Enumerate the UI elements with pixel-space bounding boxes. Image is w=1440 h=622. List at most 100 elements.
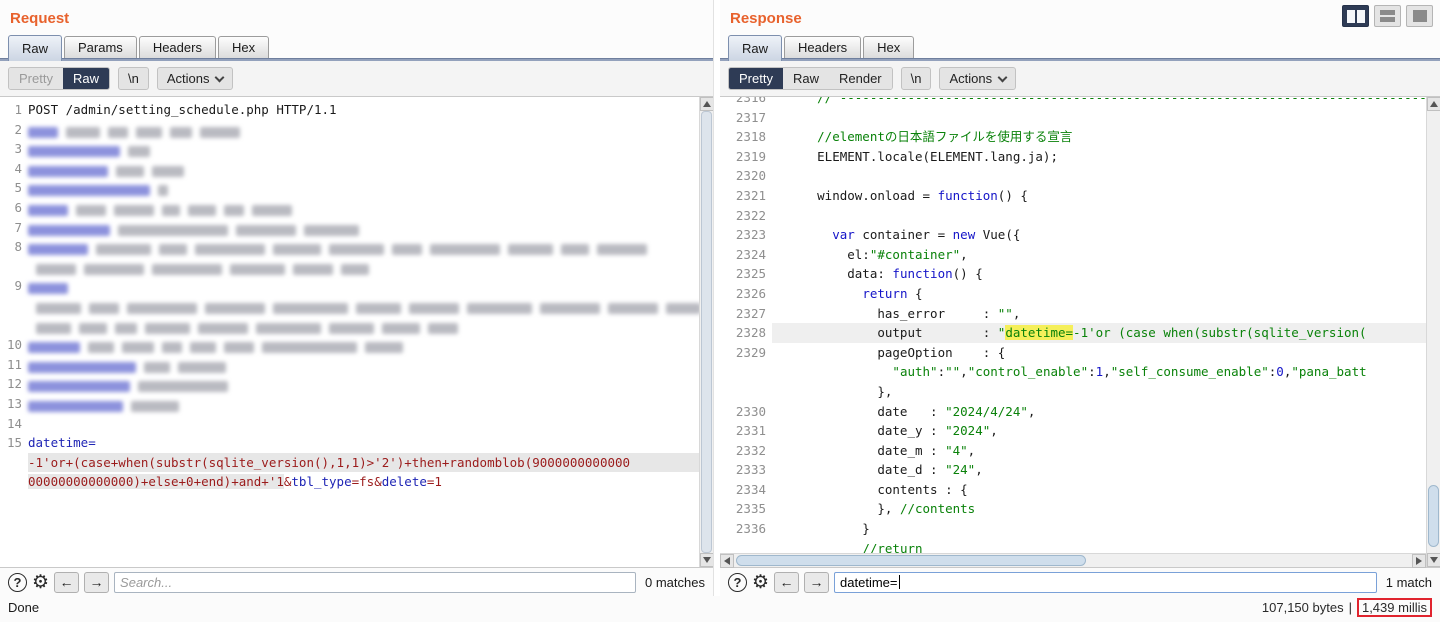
line-number: 2316 [735,97,766,105]
scroll-thumb[interactable] [1428,485,1439,547]
response-vertical-scrollbar[interactable] [1426,97,1440,567]
next-match-button[interactable]: → [84,571,110,593]
scroll-track[interactable] [700,111,713,553]
tab-label: Headers [152,40,202,55]
response-search-input[interactable]: datetime= [834,571,1377,593]
redacted-text [252,204,292,216]
redacted-text [539,302,600,314]
redacted-text [28,381,130,393]
pretty-button[interactable]: Pretty [729,68,783,89]
redacted-text [162,342,182,354]
line-number: 2331 [735,423,766,439]
request-vertical-scrollbar[interactable] [699,97,714,567]
tab-response-raw[interactable]: Raw [728,35,783,61]
line-number: 4 [14,160,22,176]
actions-button[interactable]: Actions [156,67,234,90]
redacted-text [66,126,100,138]
redacted-text [152,165,184,177]
line-number [724,382,766,402]
code-line [4,296,699,316]
redacted-text [28,126,58,138]
code-line: 12 [4,374,699,394]
code-line: 2316 // --------------------------------… [724,97,1426,108]
line-number [724,539,766,553]
tab-request-raw[interactable]: Raw [8,35,63,61]
gear-icon[interactable]: ⚙ [752,573,769,592]
actions-button[interactable]: Actions [939,67,1017,90]
tab-request-hex[interactable]: Hex [217,36,270,58]
code-line: 15 datetime= [4,433,699,453]
code-line: }, [724,382,1426,402]
scroll-right-button[interactable] [1412,554,1426,568]
code-line: 2319 ELEMENT.locale(ELEMENT.lang.ja); [724,147,1426,167]
search-query: datetime= [840,574,898,590]
tab-request-headers[interactable]: Headers [138,36,216,58]
response-editor[interactable]: 2316 // --------------------------------… [720,97,1426,553]
tab-request-params[interactable]: Params [64,36,137,58]
help-icon[interactable]: ? [8,572,27,592]
scroll-up-button[interactable] [1427,97,1440,111]
redacted-text [35,263,76,275]
request-content: 1 POST /admin/setting_schedule.php HTTP/1… [0,96,714,568]
scroll-left-button[interactable] [720,554,734,568]
code-line: 00000000000000)+else+0+end)+and+'1&tbl_t… [4,472,699,492]
redacted-text [224,342,254,354]
newline-toggle-button[interactable]: \n [900,67,932,90]
line-number: 1 [14,102,22,117]
raw-button[interactable]: Raw [782,68,829,89]
redacted-text [144,322,190,334]
scroll-down-icon [1430,557,1438,563]
layout-rows-button[interactable] [1374,5,1401,27]
redacted-text [292,263,333,275]
scroll-track[interactable] [734,554,1412,567]
scroll-left-icon [724,557,730,565]
scroll-down-button[interactable] [1427,553,1440,567]
code-line: 14 [4,414,699,434]
line-number: 5 [14,180,22,196]
layout-single-button[interactable] [1406,5,1433,27]
gear-icon[interactable]: ⚙ [32,573,49,592]
scroll-up-button[interactable] [700,97,714,111]
line-number [4,472,22,492]
tab-label: Raw [742,41,769,56]
scroll-thumb[interactable] [736,555,1086,566]
render-button[interactable]: Render [828,68,892,89]
redacted-text [188,204,216,216]
redacted-text [329,244,384,256]
line-number: 2336 [735,521,766,537]
response-size: 107,150 bytes [1261,599,1344,615]
tab-response-hex[interactable]: Hex [863,36,915,58]
code-line: 2323 var container = new Vue({ [724,225,1426,245]
scroll-down-button[interactable] [700,553,714,567]
code-line: 3 [4,139,699,159]
previous-match-button[interactable]: ← [54,571,80,593]
scroll-track[interactable] [1427,111,1440,553]
next-match-button[interactable]: → [804,571,830,593]
redacted-text [28,400,123,412]
split-columns-icon [1356,9,1365,23]
previous-match-button[interactable]: ← [774,571,800,593]
scroll-thumb[interactable] [701,111,712,553]
pretty-button[interactable]: Pretty [9,68,63,89]
help-icon[interactable]: ? [728,572,747,592]
redacted-text [665,302,699,314]
redacted-text [273,244,321,256]
newline-toggle-button[interactable]: \n [117,67,149,90]
code-line: 2322 [724,206,1426,226]
redacted-text [118,224,228,236]
line-number: 2332 [735,442,766,458]
response-horizontal-scrollbar[interactable] [720,553,1426,568]
redacted-text [255,322,321,334]
panel-divider[interactable] [713,0,720,596]
code-line: 9 [4,276,699,296]
request-search-input[interactable]: Search... [114,571,637,593]
request-editor[interactable]: 1 POST /admin/setting_schedule.php HTTP/1… [0,97,699,567]
layout-columns-button[interactable] [1342,5,1369,27]
redacted-text [83,263,144,275]
redacted-text [116,165,144,177]
raw-button[interactable]: Raw [62,68,109,89]
tab-response-headers[interactable]: Headers [784,36,862,58]
response-tabs: Raw Headers Hex [720,35,1440,61]
response-search-bar: ? ⚙ ← → datetime= 1 match [720,568,1440,596]
scroll-right-icon [1416,557,1422,565]
